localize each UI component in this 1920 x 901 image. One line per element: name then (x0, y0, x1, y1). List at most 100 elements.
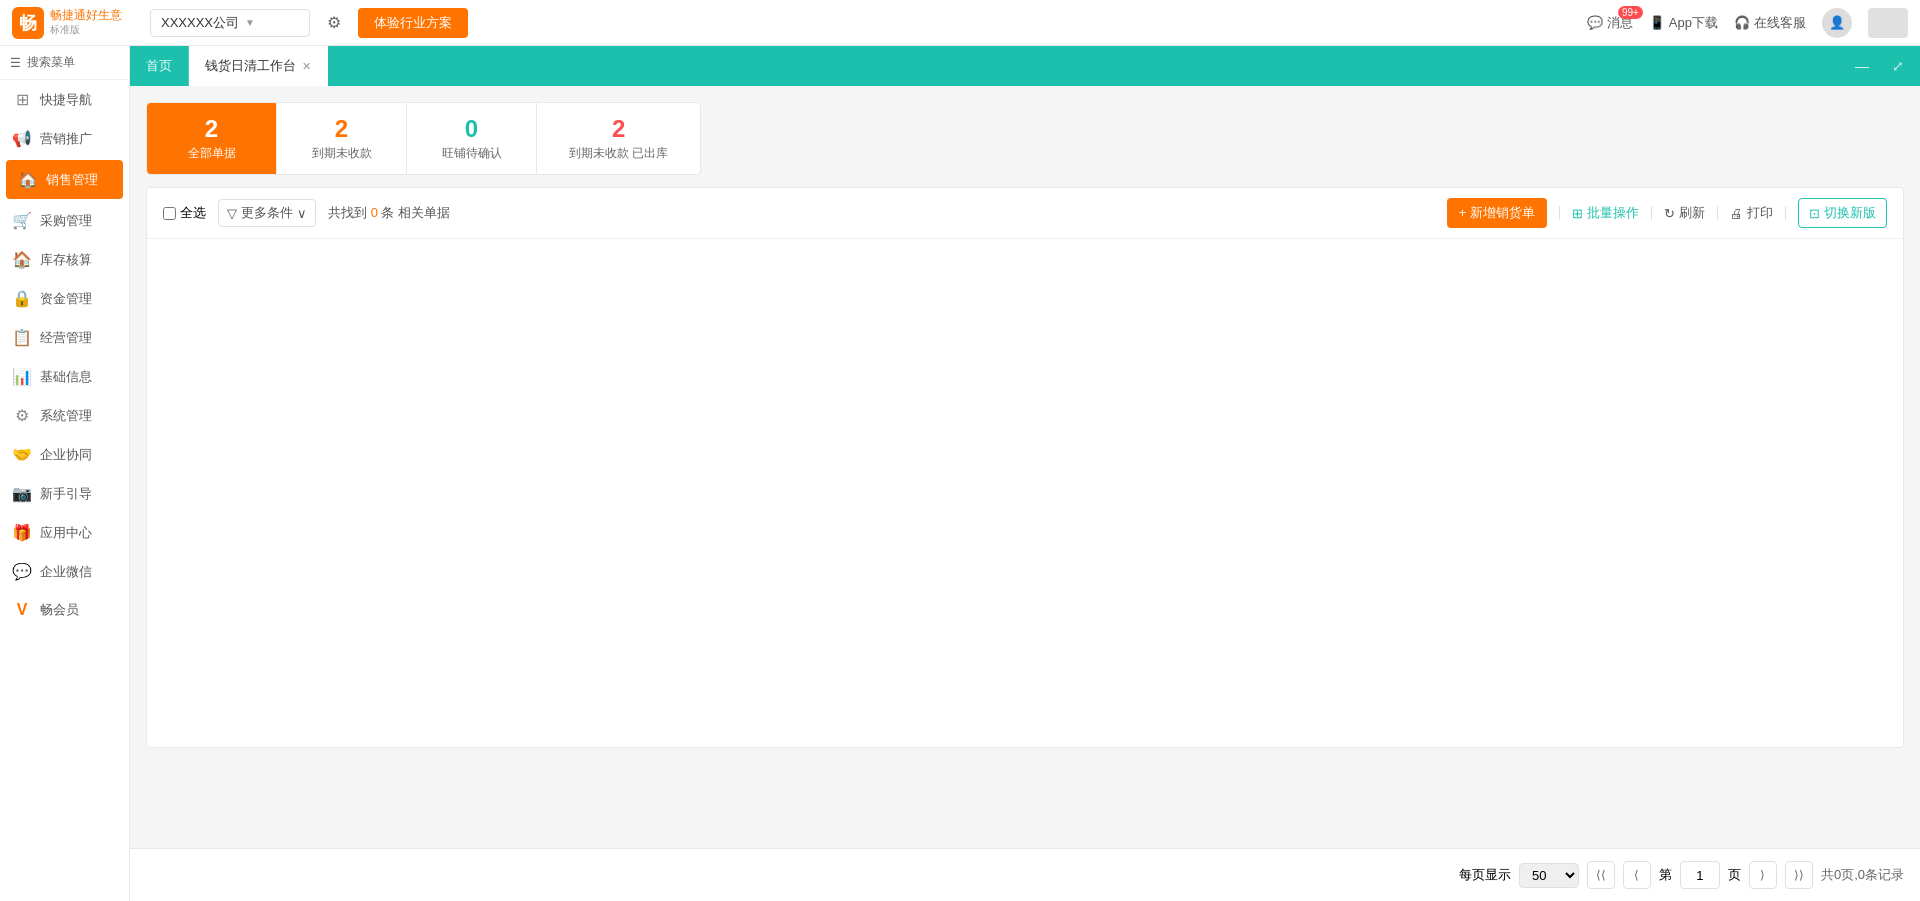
card-label-wangpu: 旺铺待确认 (439, 145, 504, 162)
sidebar-label-sales: 销售管理 (46, 171, 98, 189)
sidebar-item-purchase[interactable]: 🛒 采购管理 (0, 201, 129, 240)
toolbar-divider3 (1717, 206, 1718, 220)
app-download-label: App下载 (1669, 14, 1718, 32)
sidebar-item-apps[interactable]: 🎁 应用中心 (0, 513, 129, 552)
sidebar-item-guide[interactable]: 📷 新手引导 (0, 474, 129, 513)
service-icon: 🎧 (1734, 15, 1750, 30)
empty-table-area (147, 247, 1903, 747)
tab-minimize-icon[interactable]: — (1848, 52, 1876, 80)
sidebar-item-enterprise[interactable]: 🤝 企业协同 (0, 435, 129, 474)
online-service-label: 在线客服 (1754, 14, 1806, 32)
system-icon: ⚙ (12, 406, 32, 425)
message-icon: 💬 (1587, 15, 1603, 30)
status-cards: 2 全部单据 2 到期未收款 0 旺铺待确认 2 到期未收款 已出库 (146, 102, 701, 175)
card-label-overdue: 到期未收款 (309, 145, 374, 162)
purchase-icon: 🛒 (12, 211, 32, 230)
avatar[interactable]: 👤 (1822, 8, 1852, 38)
sidebar-item-sales[interactable]: 🏠 销售管理 (6, 160, 123, 199)
tab-workbench-label: 钱货日清工作台 (205, 57, 296, 75)
logo-text-area: 畅捷通好生意 标准版 (50, 8, 122, 38)
page-first-button[interactable]: ⟨⟨ (1587, 861, 1615, 889)
more-filters-label: 更多条件 (241, 204, 293, 222)
select-all-checkbox[interactable]: 全选 (163, 204, 206, 222)
sidebar-label-operations: 经营管理 (40, 329, 92, 347)
search-icon: ☰ (10, 56, 21, 70)
sidebar-label-guide: 新手引导 (40, 485, 92, 503)
batch-op-icon: ⊞ (1572, 206, 1583, 221)
search-menu[interactable]: ☰ 搜索菜单 (0, 46, 129, 80)
sidebar-item-quick-nav[interactable]: ⊞ 快捷导航 (0, 80, 129, 119)
sidebar: ☰ 搜索菜单 ⊞ 快捷导航 📢 营销推广 🏠 销售管理 🛒 采购管理 🏠 库存核… (0, 0, 130, 901)
batch-op-button[interactable]: ⊞ 批量操作 (1572, 204, 1639, 222)
switch-version-button[interactable]: ⊡ 切换新版 (1798, 198, 1887, 228)
toolbar-divider4 (1785, 206, 1786, 220)
page-prev-button[interactable]: ⟨ (1623, 861, 1651, 889)
sidebar-item-system[interactable]: ⚙ 系统管理 (0, 396, 129, 435)
top-header: 畅 畅捷通好生意 标准版 XXXXXX公司 ▼ ⚙ 体验行业方案 💬 消息 99… (0, 0, 1920, 46)
header-right: 💬 消息 99+ 📱 App下载 🎧 在线客服 👤 (1587, 8, 1908, 38)
settings-button[interactable]: ⚙ (318, 7, 350, 39)
sidebar-item-marketing[interactable]: 📢 营销推广 (0, 119, 129, 158)
sidebar-label-basic: 基础信息 (40, 368, 92, 386)
trial-button[interactable]: 体验行业方案 (358, 8, 468, 38)
select-all-input[interactable] (163, 207, 176, 220)
print-label: 打印 (1747, 204, 1773, 222)
card-num-overdue: 2 (309, 115, 374, 143)
messages-button[interactable]: 💬 消息 99+ (1587, 14, 1633, 32)
print-button[interactable]: 🖨 打印 (1730, 204, 1773, 222)
sidebar-item-basic[interactable]: 📊 基础信息 (0, 357, 129, 396)
tab-workbench[interactable]: 钱货日清工作台 ✕ (189, 46, 328, 86)
main-content: 2 全部单据 2 到期未收款 0 旺铺待确认 2 到期未收款 已出库 全选 (130, 86, 1920, 901)
per-page-select[interactable]: 50 100 200 (1519, 863, 1579, 888)
print-icon: 🖨 (1730, 206, 1743, 221)
sidebar-item-member[interactable]: V 畅会员 (0, 591, 129, 629)
wechat-icon: 💬 (12, 562, 32, 581)
online-service-button[interactable]: 🎧 在线客服 (1734, 14, 1806, 32)
basic-icon: 📊 (12, 367, 32, 386)
logo-area: 畅 畅捷通好生意 标准版 (12, 7, 142, 39)
app-name: 畅捷通好生意 (50, 8, 122, 24)
app-download-icon: 📱 (1649, 15, 1665, 30)
switch-icon: ⊡ (1809, 206, 1820, 221)
finance-icon: 🔒 (12, 289, 32, 308)
page-label: 第 (1659, 866, 1672, 884)
filter-icon: ▽ (227, 206, 237, 221)
refresh-icon: ↻ (1664, 206, 1675, 221)
page-input[interactable]: 1 (1680, 861, 1720, 889)
app-download-button[interactable]: 📱 App下载 (1649, 14, 1718, 32)
more-filters-button[interactable]: ▽ 更多条件 ∨ (218, 199, 316, 227)
operations-icon: 📋 (12, 328, 32, 347)
sidebar-label-marketing: 营销推广 (40, 130, 92, 148)
card-label-shipped: 到期未收款 已出库 (569, 145, 668, 162)
found-count: 0 (371, 205, 378, 220)
status-card-wangpu[interactable]: 0 旺铺待确认 (407, 103, 537, 174)
guide-icon: 📷 (12, 484, 32, 503)
sidebar-label-inventory: 库存核算 (40, 251, 92, 269)
quick-nav-icon: ⊞ (12, 90, 32, 109)
page-next-button[interactable]: ⟩ (1749, 861, 1777, 889)
tab-maximize-icon[interactable]: ⤢ (1884, 52, 1912, 80)
tab-home[interactable]: 首页 (130, 46, 189, 86)
app-version: 标准版 (50, 23, 122, 37)
card-label-all: 全部单据 (179, 145, 244, 162)
sales-icon: 🏠 (18, 170, 38, 189)
found-text: 共找到 0 条 相关单据 (328, 204, 450, 222)
new-sale-button[interactable]: + 新增销货单 (1447, 198, 1547, 228)
status-card-overdue[interactable]: 2 到期未收款 (277, 103, 407, 174)
refresh-button[interactable]: ↻ 刷新 (1664, 204, 1705, 222)
member-icon: V (12, 601, 32, 619)
status-card-shipped[interactable]: 2 到期未收款 已出库 (537, 103, 700, 174)
company-selector[interactable]: XXXXXX公司 ▼ (150, 9, 310, 37)
sidebar-item-finance[interactable]: 🔒 资金管理 (0, 279, 129, 318)
sidebar-label-wechat: 企业微信 (40, 563, 92, 581)
page-last-button[interactable]: ⟩⟩ (1785, 861, 1813, 889)
tab-home-label: 首页 (146, 57, 172, 75)
sidebar-item-operations[interactable]: 📋 经营管理 (0, 318, 129, 357)
sidebar-label-quick-nav: 快捷导航 (40, 91, 92, 109)
sidebar-item-wechat[interactable]: 💬 企业微信 (0, 552, 129, 591)
toolbar: 全选 ▽ 更多条件 ∨ 共找到 0 条 相关单据 + 新增销货单 ⊞ (147, 188, 1903, 239)
sidebar-item-inventory[interactable]: 🏠 库存核算 (0, 240, 129, 279)
avatar-icon: 👤 (1829, 15, 1845, 30)
status-card-all[interactable]: 2 全部单据 (147, 103, 277, 174)
tab-close-icon[interactable]: ✕ (302, 60, 311, 73)
